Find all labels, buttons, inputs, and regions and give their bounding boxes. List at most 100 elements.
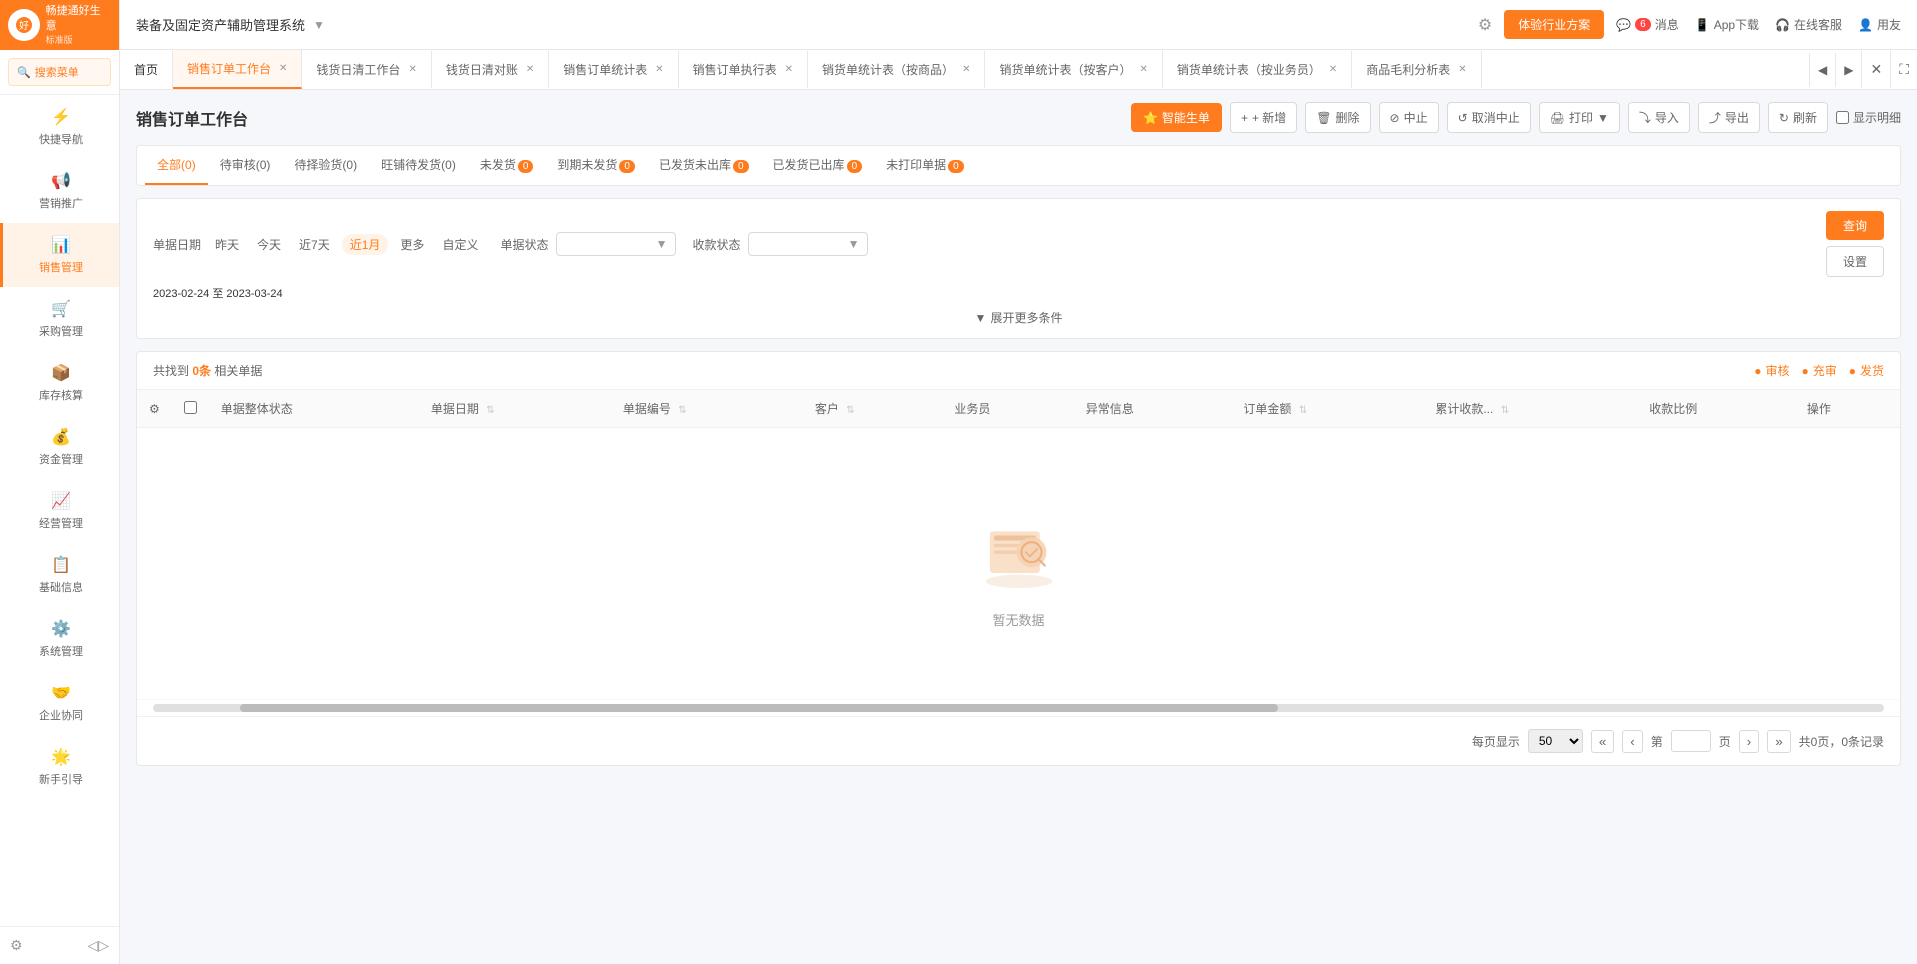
subtab-shipped-not-in[interactable]: 已发货未出库0 — [647, 146, 761, 185]
sidebar-settings-button[interactable]: ⚙ — [10, 937, 23, 954]
tab-close-sales-exec[interactable]: ✕ — [785, 64, 793, 75]
tab-close-sales-workbench[interactable]: ✕ — [279, 63, 287, 74]
subtab-wangpu-pending[interactable]: 旺铺待发货(0) — [369, 146, 468, 185]
first-page-button[interactable]: « — [1591, 730, 1614, 753]
tab-close-sales-summary-product[interactable]: ✕ — [962, 64, 970, 75]
not-shipped-badge: 0 — [518, 160, 534, 173]
filter-setting-button[interactable]: 设置 — [1826, 246, 1884, 277]
per-page-select[interactable]: 50 100 200 — [1528, 729, 1583, 753]
tab-scroll-left-button[interactable]: ◀ — [1809, 53, 1835, 87]
demo-button[interactable]: 体验行业方案 — [1504, 10, 1604, 39]
filter-payment-select[interactable]: ▼ — [748, 232, 868, 256]
ship-button[interactable]: ● 发货 — [1849, 362, 1884, 379]
chevron-down-icon: ▼ — [975, 311, 987, 325]
delete-icon: 🗑 — [1316, 111, 1331, 125]
sidebar-item-guide[interactable]: 🌟 新手引导 — [0, 735, 119, 799]
online-service-button[interactable]: 🎧 在线客服 — [1775, 16, 1842, 33]
topbar-settings-button[interactable]: ⚙ — [1478, 15, 1492, 35]
tab-sales-workbench[interactable]: 销售订单工作台 ✕ — [173, 50, 302, 89]
subtab-expired-not-shipped[interactable]: 到期未发货0 — [545, 146, 647, 185]
date-option-more[interactable]: 更多 — [394, 234, 430, 255]
tab-home[interactable]: 首页 — [120, 51, 173, 88]
sort-date-icon[interactable]: ⇅ — [486, 405, 494, 416]
subtab-pending-inspection[interactable]: 待择验货(0) — [282, 146, 369, 185]
page-input[interactable]: 1 — [1671, 730, 1711, 752]
approve-button[interactable]: ● 审核 — [1754, 362, 1789, 379]
select-all-checkbox[interactable] — [184, 401, 197, 414]
date-option-7days[interactable]: 近7天 — [293, 234, 336, 255]
tab-sales-exec[interactable]: 销售订单执行表 ✕ — [679, 51, 808, 88]
sidebar-item-cooperation[interactable]: 🤝 企业协同 — [0, 671, 119, 735]
import-button[interactable]: ⤵ 导入 — [1628, 102, 1690, 133]
tab-sales-stats[interactable]: 销售订单统计表 ✕ — [549, 51, 678, 88]
subtab-all[interactable]: 全部(0) — [145, 146, 208, 185]
cancel-stop-icon: ↺ — [1458, 111, 1468, 125]
sidebar-item-system[interactable]: ⚙️ 系统管理 — [0, 607, 119, 671]
smart-create-button[interactable]: ⭐ 智能生单 — [1131, 103, 1222, 132]
sidebar-item-operations[interactable]: 📈 经营管理 — [0, 479, 119, 543]
tab-expand-button[interactable]: ⛶ — [1890, 51, 1917, 88]
sort-amount-icon[interactable]: ⇅ — [1299, 405, 1307, 416]
tab-close-sales-summary-customer[interactable]: ✕ — [1139, 64, 1147, 75]
show-detail-checkbox[interactable]: 显示明细 — [1836, 109, 1901, 126]
horizontal-scrollbar[interactable] — [153, 704, 1884, 712]
sidebar-item-finance[interactable]: 💰 资金管理 — [0, 415, 119, 479]
export-button[interactable]: ⤴ 导出 — [1698, 102, 1760, 133]
prev-page-button[interactable]: ‹ — [1622, 730, 1642, 753]
subtab-not-printed[interactable]: 未打印单据0 — [874, 146, 976, 185]
app-download-button[interactable]: 📱 App下载 — [1695, 16, 1759, 33]
tab-sales-summary-staff[interactable]: 销货单统计表（按业务员） ✕ — [1163, 51, 1352, 88]
search-menu-button[interactable]: 🔍 搜索菜单 — [8, 58, 111, 86]
reject-button[interactable]: ● 充审 — [1801, 362, 1836, 379]
sidebar-collapse-button[interactable]: ◁▷ — [87, 937, 109, 954]
date-option-custom[interactable]: 自定义 — [436, 234, 484, 255]
tab-close-gross-margin[interactable]: ✕ — [1458, 64, 1466, 75]
sidebar-item-sales[interactable]: 📊 销售管理 — [0, 223, 119, 287]
subtab-shipped-out[interactable]: 已发货已出库0 — [761, 146, 875, 185]
tab-close-all-button[interactable]: ✕ — [1861, 51, 1890, 88]
tab-close-sales-stats[interactable]: ✕ — [655, 64, 663, 75]
tab-sales-summary-product[interactable]: 销货单统计表（按商品） ✕ — [808, 51, 985, 88]
th-collected: 累计收款... ⇅ — [1423, 390, 1637, 428]
sidebar-item-inventory[interactable]: 📦 库存核算 — [0, 351, 119, 415]
subtab-pending-review[interactable]: 待审核(0) — [208, 146, 283, 185]
user-menu-button[interactable]: 👤 用友 — [1858, 16, 1901, 33]
sidebar-item-quick-nav[interactable]: ⚡ 快捷导航 — [0, 95, 119, 159]
refresh-button[interactable]: ↻ 刷新 — [1768, 102, 1828, 133]
cancel-stop-button[interactable]: ↺ 取消中止 — [1447, 102, 1531, 133]
delete-button[interactable]: 🗑 删除 — [1305, 102, 1370, 133]
filter-status-select[interactable]: ▼ — [556, 232, 676, 256]
tab-cash-reconcile[interactable]: 钱货日清对账 ✕ — [432, 51, 549, 88]
headset-icon: 🎧 — [1775, 18, 1790, 32]
sort-customer-icon[interactable]: ⇅ — [846, 405, 854, 416]
date-option-yesterday[interactable]: 昨天 — [209, 234, 245, 255]
print-button[interactable]: 🖨 打印 ▼ — [1539, 102, 1620, 133]
stop-button[interactable]: ⊘ 中止 — [1379, 102, 1439, 133]
trending-icon: 📈 — [51, 491, 71, 511]
add-button[interactable]: + + 新增 — [1230, 102, 1297, 133]
date-option-1month[interactable]: 近1月 — [342, 234, 389, 255]
tab-sales-summary-customer[interactable]: 销货单统计表（按客户） ✕ — [985, 51, 1162, 88]
sidebar-item-purchase[interactable]: 🛒 采购管理 — [0, 287, 119, 351]
table-toolbar: 共找到 0条 相关单据 ● 审核 ● 充审 — [137, 352, 1900, 390]
sort-number-icon[interactable]: ⇅ — [678, 405, 686, 416]
subtab-not-shipped[interactable]: 未发货0 — [468, 146, 546, 185]
sidebar-item-basic-info[interactable]: 📋 基础信息 — [0, 543, 119, 607]
tab-scroll-right-button[interactable]: ▶ — [1835, 53, 1861, 87]
tab-cash-daily[interactable]: 钱货日清工作台 ✕ — [302, 51, 431, 88]
content-inner: 销售订单工作台 ⭐ 智能生单 + + 新增 🗑 删除 ⊘ — [120, 90, 1917, 778]
last-page-button[interactable]: » — [1767, 730, 1790, 753]
message-button[interactable]: 💬 6 消息 — [1616, 16, 1679, 33]
tab-close-cash-daily[interactable]: ✕ — [408, 64, 416, 75]
query-button[interactable]: 查询 — [1826, 211, 1884, 240]
page-suffix: 页 — [1719, 733, 1731, 750]
tab-close-cash-reconcile[interactable]: ✕ — [526, 64, 534, 75]
next-page-button[interactable]: › — [1739, 730, 1759, 753]
filter-expand-button[interactable]: ▼ 展开更多条件 — [975, 309, 1063, 326]
sort-collected-icon[interactable]: ⇅ — [1501, 405, 1509, 416]
table-container: 共找到 0条 相关单据 ● 审核 ● 充审 — [136, 351, 1901, 766]
tab-gross-margin[interactable]: 商品毛利分析表 ✕ — [1352, 51, 1481, 88]
sidebar-item-marketing[interactable]: 📢 营销推广 — [0, 159, 119, 223]
date-option-today[interactable]: 今天 — [251, 234, 287, 255]
tab-close-sales-summary-staff[interactable]: ✕ — [1329, 64, 1337, 75]
